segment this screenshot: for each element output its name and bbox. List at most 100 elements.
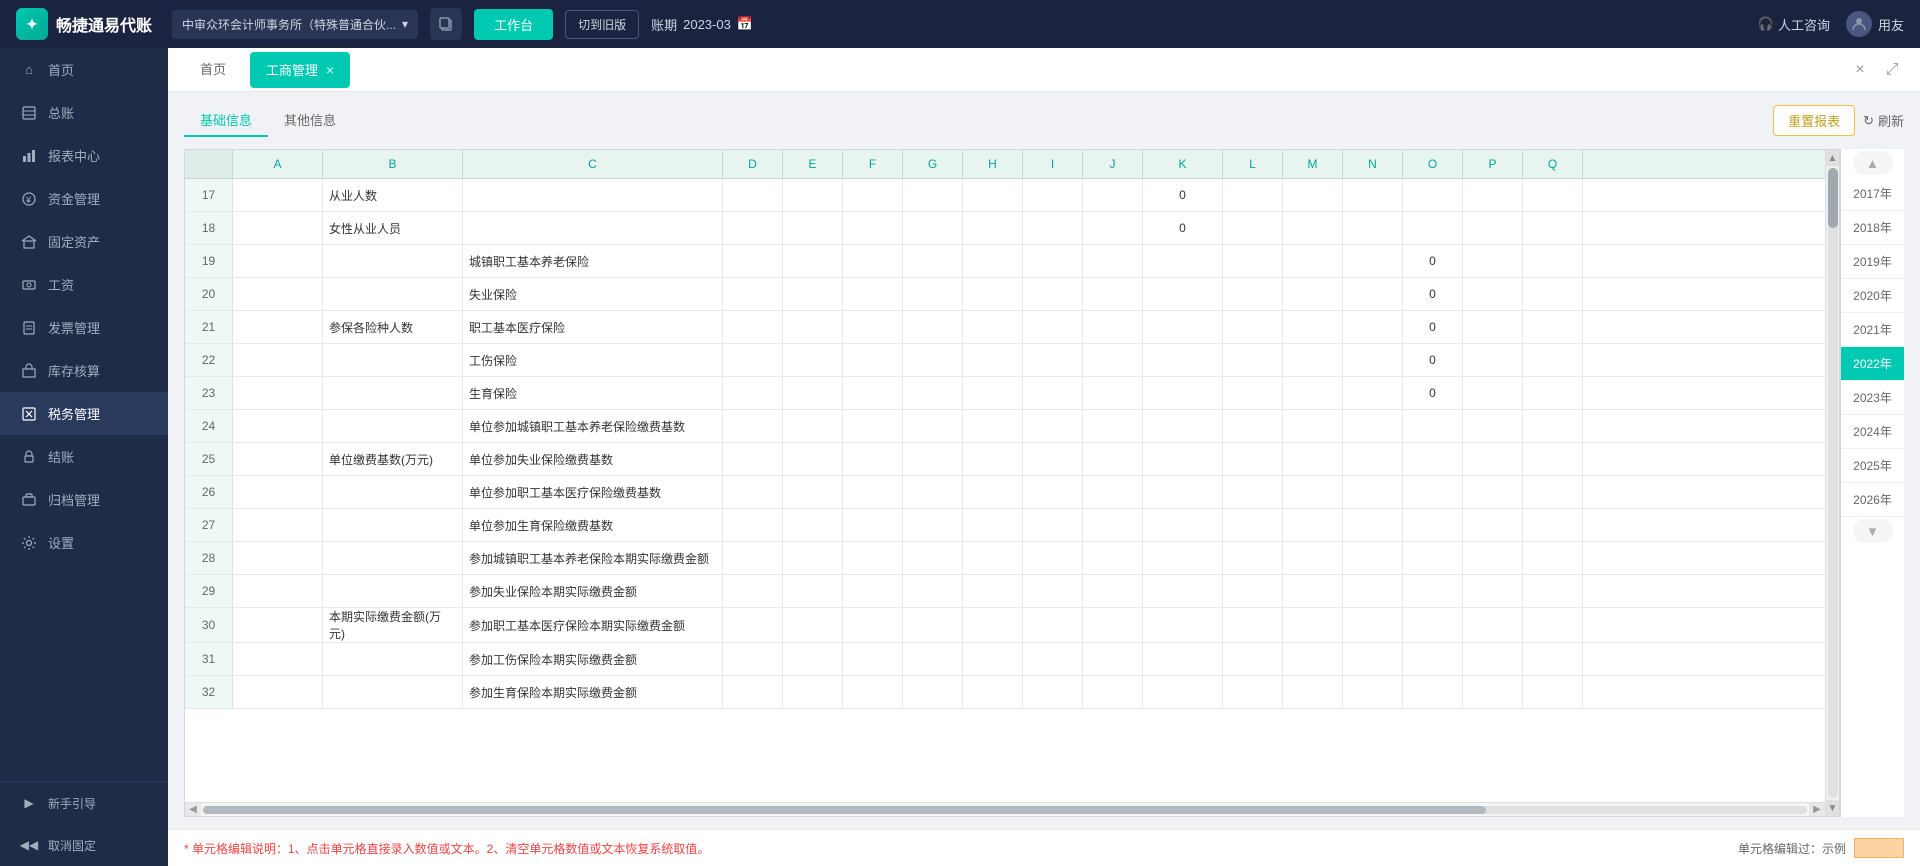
table-row[interactable]: 30本期实际缴费金额(万元)参加职工基本医疗保险本期实际缴费金额 <box>185 608 1825 643</box>
cell-q-26[interactable] <box>1523 476 1583 508</box>
cell-i-25[interactable] <box>1023 443 1083 475</box>
cell-m-27[interactable] <box>1283 509 1343 541</box>
cell-h-19[interactable] <box>963 245 1023 277</box>
cell-g-17[interactable] <box>903 179 963 211</box>
cell-d-19[interactable] <box>723 245 783 277</box>
cell-m-28[interactable] <box>1283 542 1343 574</box>
cell-p-18[interactable] <box>1463 212 1523 244</box>
cell-e-18[interactable] <box>783 212 843 244</box>
cell-c-22[interactable]: 工伤保险 <box>463 344 723 376</box>
cell-l-21[interactable] <box>1223 311 1283 343</box>
cell-o-20[interactable]: 0 <box>1403 278 1463 310</box>
year-item-2020[interactable]: 2020年 <box>1841 279 1904 313</box>
cell-g-22[interactable] <box>903 344 963 376</box>
cell-n-20[interactable] <box>1343 278 1403 310</box>
cell-f-28[interactable] <box>843 542 903 574</box>
cell-d-28[interactable] <box>723 542 783 574</box>
window-expand-button[interactable]: ⤢ <box>1880 58 1904 82</box>
cell-a-32[interactable] <box>233 676 323 708</box>
cell-k-31[interactable] <box>1143 643 1223 675</box>
table-row[interactable]: 31参加工伤保险本期实际缴费金额 <box>185 643 1825 676</box>
cell-a-31[interactable] <box>233 643 323 675</box>
cell-i-22[interactable] <box>1023 344 1083 376</box>
cell-n-32[interactable] <box>1343 676 1403 708</box>
cell-l-19[interactable] <box>1223 245 1283 277</box>
year-item-2019[interactable]: 2019年 <box>1841 245 1904 279</box>
cell-q-19[interactable] <box>1523 245 1583 277</box>
cell-d-25[interactable] <box>723 443 783 475</box>
cell-h-22[interactable] <box>963 344 1023 376</box>
v-scroll-track[interactable] <box>1828 168 1838 798</box>
cell-d-21[interactable] <box>723 311 783 343</box>
cell-g-21[interactable] <box>903 311 963 343</box>
cell-q-28[interactable] <box>1523 542 1583 574</box>
cell-a-24[interactable] <box>233 410 323 442</box>
cell-d-20[interactable] <box>723 278 783 310</box>
cell-m-31[interactable] <box>1283 643 1343 675</box>
cell-q-31[interactable] <box>1523 643 1583 675</box>
cell-p-25[interactable] <box>1463 443 1523 475</box>
cell-a-29[interactable] <box>233 575 323 607</box>
sidebar-item-invoice[interactable]: 发票管理 <box>0 306 168 349</box>
cell-m-17[interactable] <box>1283 179 1343 211</box>
cell-d-24[interactable] <box>723 410 783 442</box>
workbench-button[interactable]: 工作台 <box>474 9 553 40</box>
tab-close-icon[interactable]: × <box>326 62 334 78</box>
cell-c-27[interactable]: 单位参加生育保险缴费基数 <box>463 509 723 541</box>
cell-n-23[interactable] <box>1343 377 1403 409</box>
refresh-button[interactable]: ↻ 刷新 <box>1863 111 1904 130</box>
table-row[interactable]: 27单位参加生育保险缴费基数 <box>185 509 1825 542</box>
cell-e-17[interactable] <box>783 179 843 211</box>
sidebar-item-archive[interactable]: 归档管理 <box>0 478 168 521</box>
cell-j-22[interactable] <box>1083 344 1143 376</box>
table-row[interactable]: 17从业人数0 <box>185 179 1825 212</box>
cell-l-22[interactable] <box>1223 344 1283 376</box>
cell-p-29[interactable] <box>1463 575 1523 607</box>
sidebar-item-unpin[interactable]: ◀◀ 取消固定 <box>0 824 168 866</box>
cell-e-29[interactable] <box>783 575 843 607</box>
cell-b-20[interactable] <box>323 278 463 310</box>
cell-o-26[interactable] <box>1403 476 1463 508</box>
cell-l-25[interactable] <box>1223 443 1283 475</box>
cell-n-24[interactable] <box>1343 410 1403 442</box>
cell-c-25[interactable]: 单位参加失业保险缴费基数 <box>463 443 723 475</box>
cell-q-24[interactable] <box>1523 410 1583 442</box>
cell-f-25[interactable] <box>843 443 903 475</box>
cell-o-31[interactable] <box>1403 643 1463 675</box>
cell-e-23[interactable] <box>783 377 843 409</box>
cell-f-24[interactable] <box>843 410 903 442</box>
cell-f-23[interactable] <box>843 377 903 409</box>
cell-k-18[interactable]: 0 <box>1143 212 1223 244</box>
sidebar-item-closing[interactable]: 结账 <box>0 435 168 478</box>
cell-e-28[interactable] <box>783 542 843 574</box>
help-button[interactable]: 🎧 人工咨询 <box>1758 15 1830 34</box>
sidebar-item-settings[interactable]: 设置 <box>0 521 168 564</box>
sidebar-item-tax[interactable]: 税务管理 <box>0 392 168 435</box>
sidebar-item-salary[interactable]: 工资 <box>0 263 168 306</box>
table-row[interactable]: 32参加生育保险本期实际缴费金额 <box>185 676 1825 709</box>
sidebar-item-report[interactable]: 报表中心 <box>0 134 168 177</box>
cell-f-32[interactable] <box>843 676 903 708</box>
cell-e-27[interactable] <box>783 509 843 541</box>
cell-j-31[interactable] <box>1083 643 1143 675</box>
cell-q-23[interactable] <box>1523 377 1583 409</box>
cell-n-30[interactable] <box>1343 608 1403 642</box>
cell-g-31[interactable] <box>903 643 963 675</box>
year-scroll-up-button[interactable]: ▲ <box>1853 151 1893 175</box>
cell-b-17[interactable]: 从业人数 <box>323 179 463 211</box>
cell-p-21[interactable] <box>1463 311 1523 343</box>
cell-q-20[interactable] <box>1523 278 1583 310</box>
cell-j-21[interactable] <box>1083 311 1143 343</box>
cell-i-18[interactable] <box>1023 212 1083 244</box>
cell-a-18[interactable] <box>233 212 323 244</box>
sidebar-item-guide[interactable]: ▶ 新手引导 <box>0 782 168 824</box>
cell-p-19[interactable] <box>1463 245 1523 277</box>
cell-j-17[interactable] <box>1083 179 1143 211</box>
cell-h-25[interactable] <box>963 443 1023 475</box>
window-close-button[interactable]: × <box>1848 58 1872 82</box>
cell-k-21[interactable] <box>1143 311 1223 343</box>
cell-l-18[interactable] <box>1223 212 1283 244</box>
table-row[interactable]: 28参加城镇职工基本养老保险本期实际缴费金额 <box>185 542 1825 575</box>
cell-n-17[interactable] <box>1343 179 1403 211</box>
cell-d-26[interactable] <box>723 476 783 508</box>
